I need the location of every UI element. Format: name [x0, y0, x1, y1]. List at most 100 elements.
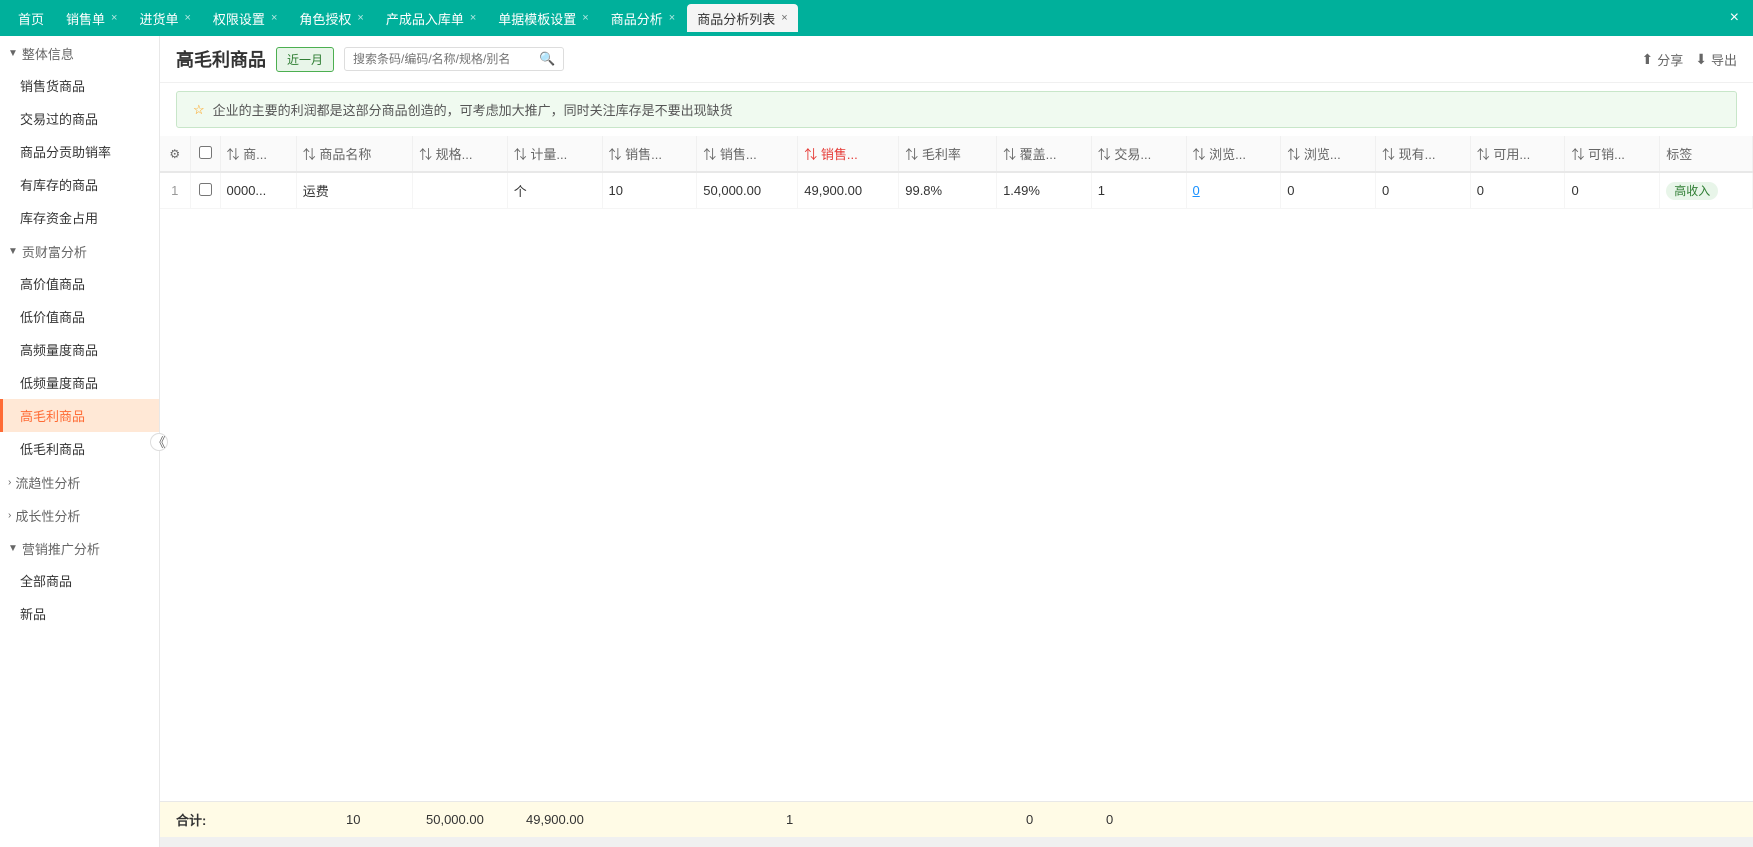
- col-margin-rate[interactable]: ⇅ 毛利率: [899, 136, 997, 172]
- footer-spacer1: [620, 812, 700, 827]
- sidebar-item-low-value[interactable]: 低价值商品: [0, 300, 159, 333]
- tab-analysis-close[interactable]: ×: [669, 12, 675, 24]
- cell-sellable: 0: [1565, 172, 1660, 209]
- sidebar-item-sales-goods[interactable]: 销售货商品: [0, 69, 159, 102]
- share-icon: ⬆: [1642, 51, 1654, 68]
- col-current-stock[interactable]: ⇅ 现有...: [1376, 136, 1471, 172]
- tab-product-entry[interactable]: 产成品入库单 ×: [376, 4, 486, 32]
- filter-recent-month-button[interactable]: 近一月: [276, 47, 334, 72]
- col-browse1[interactable]: ⇅ 浏览...: [1186, 136, 1281, 172]
- search-icon[interactable]: 🔍: [539, 51, 555, 67]
- sidebar-collapse-button[interactable]: 《: [150, 433, 168, 451]
- select-all-checkbox[interactable]: [199, 146, 212, 159]
- tab-role-close[interactable]: ×: [357, 12, 363, 24]
- export-button[interactable]: ⬇ 导出: [1695, 50, 1737, 69]
- search-input[interactable]: [353, 52, 533, 66]
- col-tag[interactable]: 标签: [1660, 136, 1753, 172]
- tab-template-close[interactable]: ×: [582, 12, 588, 24]
- footer-available: 0: [1100, 812, 1180, 827]
- cell-tag: 高收入: [1660, 172, 1753, 209]
- bottom-scrollbar[interactable]: [160, 837, 1753, 847]
- header-actions: ⬆ 分享 ⬇ 导出: [1642, 50, 1738, 69]
- col-browse2[interactable]: ⇅ 浏览...: [1281, 136, 1376, 172]
- sidebar-item-high-margin[interactable]: 高毛利商品: [0, 399, 159, 432]
- cell-browse1[interactable]: 0: [1186, 172, 1281, 209]
- sidebar-wrapper: ▼ 整体信息 销售货商品 交易过的商品 商品分贡助销率 有库存的商品 库存资金占…: [0, 36, 160, 847]
- tab-permission[interactable]: 权限设置 ×: [203, 4, 287, 32]
- tag-badge: 高收入: [1666, 182, 1718, 200]
- growth-arrow: ›: [8, 510, 11, 521]
- footer-cells: 10 50,000.00 49,900.00 1 0 0: [340, 812, 1753, 827]
- tab-purchase-close[interactable]: ×: [184, 12, 190, 24]
- tab-analysis-label: 商品分析: [611, 9, 663, 28]
- sidebar-section-marketing[interactable]: ▼ 营销推广分析: [0, 531, 159, 564]
- tab-analysis-list[interactable]: 商品分析列表 ×: [687, 4, 797, 32]
- tab-permission-label: 权限设置: [213, 9, 265, 28]
- col-code[interactable]: ⇅ 商...: [220, 136, 296, 172]
- col-unit[interactable]: ⇅ 计量...: [507, 136, 602, 172]
- tab-sales[interactable]: 销售单 ×: [56, 4, 127, 32]
- cell-spec: [413, 172, 508, 209]
- content-header: 高毛利商品 近一月 🔍 ⬆ 分享 ⬇ 导出: [160, 36, 1753, 83]
- sidebar-item-new-goods[interactable]: 新品: [0, 597, 159, 630]
- sidebar-section-trend[interactable]: › 流趋性分析: [0, 465, 159, 498]
- content-area: 高毛利商品 近一月 🔍 ⬆ 分享 ⬇ 导出 ☆ 企业的主要的利润都是这部分商品创…: [160, 36, 1753, 847]
- sidebar-section-growth[interactable]: › 成长性分析: [0, 498, 159, 531]
- tab-sales-label: 销售单: [66, 9, 105, 28]
- tab-purchase-label: 进货单: [139, 9, 178, 28]
- sidebar-item-low-margin[interactable]: 低毛利商品: [0, 432, 159, 465]
- sidebar-item-in-stock[interactable]: 有库存的商品: [0, 168, 159, 201]
- sidebar-item-traded-goods[interactable]: 交易过的商品: [0, 102, 159, 135]
- tab-product-entry-close[interactable]: ×: [470, 12, 476, 24]
- row-checkbox[interactable]: [199, 183, 212, 196]
- tab-template[interactable]: 单据模板设置 ×: [488, 4, 598, 32]
- tab-product-entry-label: 产成品入库单: [386, 9, 464, 28]
- col-sellable[interactable]: ⇅ 可销...: [1565, 136, 1660, 172]
- footer-trade: 1: [780, 812, 860, 827]
- col-coverage[interactable]: ⇅ 覆盖...: [997, 136, 1092, 172]
- tab-home[interactable]: 首页: [8, 4, 54, 32]
- cell-checkbox[interactable]: [190, 172, 220, 209]
- tab-home-label: 首页: [18, 9, 44, 28]
- tab-analysis-list-close[interactable]: ×: [781, 12, 787, 24]
- sidebar-item-capital-occupy[interactable]: 库存资金占用: [0, 201, 159, 234]
- sidebar-section-overall[interactable]: ▼ 整体信息: [0, 36, 159, 69]
- col-sales-qty[interactable]: ⇅ 销售...: [602, 136, 697, 172]
- tab-analysis[interactable]: 商品分析 ×: [601, 4, 685, 32]
- sidebar: ▼ 整体信息 销售货商品 交易过的商品 商品分贡助销率 有库存的商品 库存资金占…: [0, 36, 160, 847]
- tab-permission-close[interactable]: ×: [271, 12, 277, 24]
- page-title: 高毛利商品: [176, 46, 266, 72]
- table-header-row: ⚙ ⇅ 商... ⇅ 商品名称 ⇅ 规格... ⇅ 计量... ⇅ 销售... …: [160, 136, 1753, 172]
- col-available[interactable]: ⇅ 可用...: [1470, 136, 1565, 172]
- export-icon: ⬇: [1695, 51, 1707, 68]
- col-sales-amount[interactable]: ⇅ 销售...: [697, 136, 798, 172]
- sidebar-item-analysis-contrib[interactable]: 商品分贡助销率: [0, 135, 159, 168]
- search-box: 🔍: [344, 47, 564, 71]
- tab-purchase[interactable]: 进货单 ×: [129, 4, 200, 32]
- col-spec[interactable]: ⇅ 规格...: [413, 136, 508, 172]
- cell-name: 运费: [296, 172, 412, 209]
- col-sales-profit[interactable]: ⇅ 销售...: [798, 136, 899, 172]
- col-name[interactable]: ⇅ 商品名称: [296, 136, 412, 172]
- cell-browse2: 0: [1281, 172, 1376, 209]
- tab-role[interactable]: 角色授权 ×: [289, 4, 373, 32]
- table-container[interactable]: ⚙ ⇅ 商... ⇅ 商品名称 ⇅ 规格... ⇅ 计量... ⇅ 销售... …: [160, 136, 1753, 801]
- col-trade[interactable]: ⇅ 交易...: [1091, 136, 1186, 172]
- tab-sales-close[interactable]: ×: [111, 12, 117, 24]
- close-all-tabs[interactable]: ×: [1724, 9, 1745, 27]
- cell-trade: 1: [1091, 172, 1186, 209]
- col-settings[interactable]: ⚙: [160, 136, 190, 172]
- footer-total: 合计: 10 50,000.00 49,900.00 1 0 0: [160, 801, 1753, 837]
- footer-sales-qty: 10: [340, 812, 420, 827]
- tab-template-label: 单据模板设置: [498, 9, 576, 28]
- share-button[interactable]: ⬆ 分享: [1642, 50, 1684, 69]
- wealth-label: 贡财富分析: [22, 242, 87, 261]
- sidebar-section-wealth[interactable]: ▼ 贡财富分析: [0, 234, 159, 267]
- footer-spacer3: [860, 812, 940, 827]
- sidebar-item-low-freq[interactable]: 低频量度商品: [0, 366, 159, 399]
- tab-analysis-list-label: 商品分析列表: [697, 9, 775, 28]
- data-table: ⚙ ⇅ 商... ⇅ 商品名称 ⇅ 规格... ⇅ 计量... ⇅ 销售... …: [160, 136, 1753, 209]
- sidebar-item-high-freq[interactable]: 高频量度商品: [0, 333, 159, 366]
- sidebar-item-all-goods[interactable]: 全部商品: [0, 564, 159, 597]
- sidebar-item-high-value[interactable]: 高价值商品: [0, 267, 159, 300]
